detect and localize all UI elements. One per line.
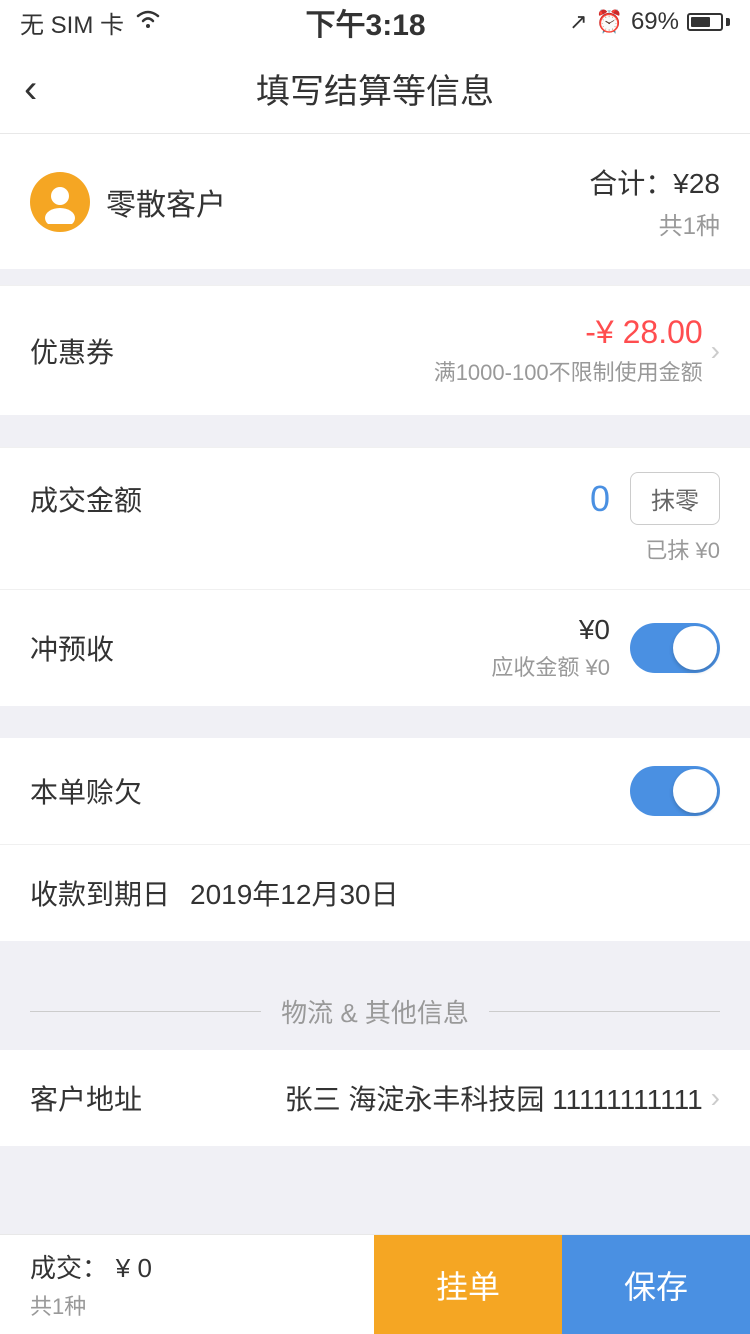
- status-left: 无 SIM 卡: [20, 5, 162, 40]
- debt-row: 本单赊欠: [0, 738, 750, 844]
- coupon-amount: -¥ 28.00: [434, 314, 703, 351]
- back-button[interactable]: ‹: [24, 69, 37, 109]
- already-rounded-label: 已抹 ¥0: [30, 533, 720, 565]
- debt-toggle[interactable]: [630, 766, 720, 816]
- sim-label: 无 SIM 卡: [20, 5, 124, 40]
- section-gap-2: [0, 722, 750, 738]
- bottom-bar: 成交： ¥ 0 共1种 挂单 保存: [0, 1234, 750, 1334]
- location-icon: ↗: [569, 9, 587, 35]
- avatar: [30, 172, 90, 232]
- deal-row-main: 成交金额 0 抹零: [30, 472, 720, 525]
- coupon-row[interactable]: 优惠券 -¥ 28.00 满1000-100不限制使用金额 ›: [0, 285, 750, 415]
- section-gap-1: [0, 431, 750, 447]
- total-amount: 合计：¥28: [589, 162, 720, 202]
- pre-collect-sub: 应收金额 ¥0: [491, 650, 610, 682]
- status-bar: 无 SIM 卡 下午3:18 ↗ ⏰ 69%: [0, 0, 750, 44]
- toggle-knob: [673, 626, 717, 670]
- battery-percent: 69%: [631, 8, 679, 36]
- nav-bar: ‹ 填写结算等信息: [0, 44, 750, 134]
- pre-collect-amounts: ¥0 应收金额 ¥0: [491, 614, 610, 682]
- divider-line-right: [489, 1011, 720, 1012]
- coupon-description: 满1000-100不限制使用金额: [434, 355, 703, 387]
- pre-collect-value: ¥0: [491, 614, 610, 646]
- address-label: 客户地址: [30, 1078, 142, 1118]
- pre-collect-toggle[interactable]: [630, 623, 720, 673]
- bottom-count: 共1种: [30, 1289, 344, 1321]
- coupon-right: -¥ 28.00 满1000-100不限制使用金额 ›: [434, 314, 720, 387]
- address-section[interactable]: 客户地址 张三 海淀永丰科技园 11111111111 ›: [0, 1050, 750, 1146]
- customer-left: 零散客户: [30, 172, 226, 232]
- total-count: 共1种: [589, 206, 720, 241]
- status-right: ↗ ⏰ 69%: [569, 8, 730, 36]
- divider-line-left: [30, 1011, 261, 1012]
- deal-amount-row: 成交金额 0 抹零 已抹 ¥0: [0, 447, 750, 589]
- logistics-divider: 物流 & 其他信息: [0, 973, 750, 1050]
- alarm-icon: ⏰: [596, 9, 623, 35]
- section-gap-3: [0, 957, 750, 973]
- deal-value: 0: [590, 478, 610, 520]
- deal-section: 成交金额 0 抹零 已抹 ¥0 冲预收 ¥0 应收金额 ¥0: [0, 447, 750, 706]
- bottom-deal-value: ¥ 0: [116, 1253, 152, 1283]
- status-time: 下午3:18: [306, 0, 426, 44]
- address-right: 张三 海淀永丰科技园 11111111111 ›: [285, 1078, 720, 1118]
- pre-collect-row: 冲预收 ¥0 应收金额 ¥0: [0, 589, 750, 706]
- due-date-value: 2019年12月30日: [190, 873, 399, 913]
- bottom-deal-label: 成交：: [30, 1253, 108, 1283]
- deal-right: 0 抹零: [590, 472, 720, 525]
- coupon-section[interactable]: 优惠券 -¥ 28.00 满1000-100不限制使用金额 ›: [0, 285, 750, 415]
- debt-label: 本单赊欠: [30, 771, 142, 811]
- debt-section: 本单赊欠 收款到期日 2019年12月30日: [0, 738, 750, 941]
- pre-collect-right: ¥0 应收金额 ¥0: [491, 614, 720, 682]
- coupon-label: 优惠券: [30, 331, 114, 371]
- customer-right: 合计：¥28 共1种: [589, 162, 720, 241]
- chevron-right-icon: ›: [711, 335, 720, 367]
- due-date-row: 收款到期日 2019年12月30日: [0, 844, 750, 941]
- suspend-button[interactable]: 挂单: [374, 1235, 562, 1334]
- address-chevron-icon: ›: [711, 1082, 720, 1114]
- logistics-label: 物流 & 其他信息: [281, 993, 469, 1030]
- round-zero-button[interactable]: 抹零: [630, 472, 720, 525]
- bottom-info: 成交： ¥ 0 共1种: [0, 1235, 374, 1334]
- debt-toggle-knob: [673, 769, 717, 813]
- save-button[interactable]: 保存: [562, 1235, 750, 1334]
- customer-section: 零散客户 合计：¥28 共1种: [0, 134, 750, 269]
- customer-row: 零散客户 合计：¥28 共1种: [0, 134, 750, 269]
- due-date-label: 收款到期日: [30, 873, 170, 913]
- customer-name: 零散客户: [106, 180, 226, 224]
- battery-icon: [687, 13, 730, 31]
- pre-collect-label: 冲预收: [30, 628, 114, 668]
- address-value: 张三 海淀永丰科技园 11111111111: [285, 1078, 703, 1118]
- bottom-deal-row: 成交： ¥ 0: [30, 1248, 344, 1285]
- wifi-icon: [134, 8, 162, 36]
- page-title: 填写结算等信息: [256, 64, 494, 113]
- deal-amount-label: 成交金额: [30, 479, 142, 519]
